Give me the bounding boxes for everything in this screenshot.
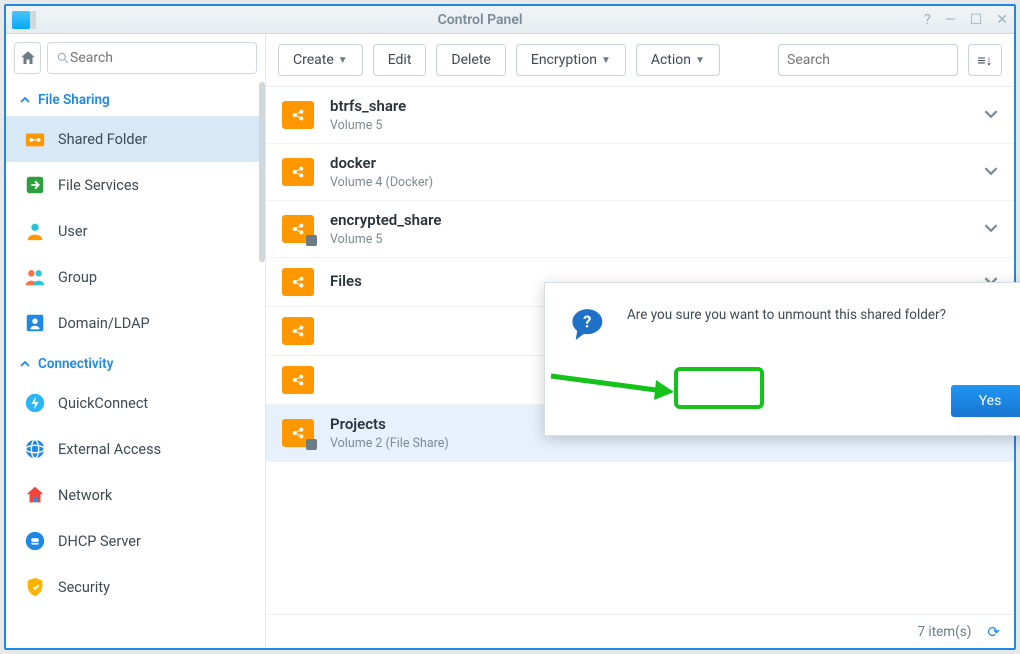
svg-text:?: ? — [583, 314, 591, 333]
confirm-dialog: ? Are you sure you want to unmount this … — [544, 282, 1020, 436]
sidebar-item-label: Security — [58, 579, 110, 596]
sidebar-item-domain-ldap[interactable]: Domain/LDAP — [6, 300, 265, 346]
sidebar-item-label: Network — [58, 487, 112, 504]
chevron-down-icon[interactable] — [984, 220, 998, 239]
section-header[interactable]: Connectivity — [6, 346, 265, 380]
window-title: Control Panel — [36, 12, 924, 28]
item-count: 7 item(s) — [918, 624, 972, 640]
sidebar-item-file-services[interactable]: File Services — [6, 162, 265, 208]
security-icon — [24, 576, 46, 598]
caret-down-icon: ▼ — [338, 55, 348, 66]
sidebar-search[interactable] — [47, 42, 257, 74]
sidebar-item-label: Group — [58, 269, 97, 286]
folder-icon — [282, 419, 314, 447]
toolbar: Create▼ Edit Delete Encryption▼ Action▼ … — [266, 34, 1014, 87]
close-icon[interactable]: ✕ — [996, 12, 1008, 28]
network-icon — [24, 484, 46, 506]
sidebar-item-network[interactable]: Network — [6, 472, 265, 518]
quickconnect-icon — [24, 392, 46, 414]
content-search[interactable] — [778, 44, 958, 76]
sidebar-item-group[interactable]: Group — [6, 254, 265, 300]
app-icon — [12, 11, 30, 29]
folder-icon — [282, 268, 314, 296]
section-header[interactable]: File Sharing — [6, 82, 265, 116]
dialog-message: Are you sure you want to unmount this sh… — [627, 305, 946, 345]
action-button[interactable]: Action▼ — [636, 44, 720, 76]
sidebar-item-security[interactable]: Security — [6, 564, 265, 610]
delete-button[interactable]: Delete — [436, 44, 505, 76]
folder-icon — [282, 317, 314, 345]
chevron-up-icon — [20, 95, 30, 105]
sidebar-item-label: QuickConnect — [58, 395, 148, 412]
folder-icon — [282, 366, 314, 394]
control-panel-window: Control Panel ? — ☐ ✕ File Sharing Shared… — [4, 4, 1016, 650]
encryption-button[interactable]: Encryption▼ — [516, 44, 626, 76]
sort-button[interactable]: ≡↓ — [968, 44, 1002, 76]
sidebar-search-input[interactable] — [70, 50, 248, 66]
home-button[interactable] — [14, 42, 41, 74]
domain-ldap-icon — [24, 312, 46, 334]
sidebar-item-label: Domain/LDAP — [58, 315, 150, 332]
shared-folder-icon — [24, 128, 46, 150]
folder-icon — [282, 101, 314, 129]
sidebar-item-label: File Services — [58, 177, 139, 194]
chevron-down-icon[interactable] — [984, 106, 998, 125]
home-icon — [19, 49, 37, 67]
maximize-icon[interactable]: ☐ — [970, 12, 983, 28]
folder-volume: Volume 5 — [330, 232, 984, 247]
folder-volume: Volume 4 (Docker) — [330, 175, 984, 190]
chevron-down-icon[interactable] — [984, 163, 998, 182]
sidebar-item-user[interactable]: User — [6, 208, 265, 254]
sidebar: File Sharing Shared Folder File Services Us… — [6, 82, 265, 648]
titlebar[interactable]: Control Panel ? — ☐ ✕ — [6, 6, 1014, 34]
sidebar-item-dhcp-server[interactable]: DHCP Server — [6, 518, 265, 564]
folder-row[interactable]: docker Volume 4 (Docker) — [266, 144, 1014, 201]
folder-name: encrypted_share — [330, 211, 984, 229]
refresh-button[interactable]: ⟳ — [987, 623, 1000, 641]
file-services-icon — [24, 174, 46, 196]
sidebar-item-label: External Access — [58, 441, 161, 458]
group-icon — [24, 266, 46, 288]
sidebar-item-label: Shared Folder — [58, 131, 147, 148]
chevron-up-icon — [20, 359, 30, 369]
create-button[interactable]: Create▼ — [278, 44, 363, 76]
edit-button[interactable]: Edit — [373, 44, 427, 76]
folder-volume: Volume 2 (File Share) — [330, 436, 984, 451]
folder-name: btrfs_share — [330, 97, 984, 115]
content-search-input[interactable] — [787, 52, 965, 68]
caret-down-icon: ▼ — [695, 55, 705, 66]
sidebar-item-shared-folder[interactable]: Shared Folder — [6, 116, 265, 162]
scrollbar[interactable] — [259, 82, 265, 262]
question-icon: ? — [569, 305, 609, 345]
sidebar-item-external-access[interactable]: External Access — [6, 426, 265, 472]
help-icon[interactable]: ? — [924, 12, 931, 28]
folder-icon — [282, 215, 314, 243]
footer: 7 item(s) ⟳ — [266, 614, 1014, 648]
sidebar-item-label: User — [58, 223, 88, 240]
sidebar-item-quickconnect[interactable]: QuickConnect — [6, 380, 265, 426]
dhcp-server-icon — [24, 530, 46, 552]
folder-name: docker — [330, 154, 984, 172]
external-access-icon — [24, 438, 46, 460]
yes-button[interactable]: Yes — [951, 385, 1020, 417]
caret-down-icon: ▼ — [601, 55, 611, 66]
folder-volume: Volume 5 — [330, 118, 984, 133]
folder-row[interactable]: encrypted_share Volume 5 — [266, 201, 1014, 258]
folder-icon — [282, 158, 314, 186]
sidebar-item-label: DHCP Server — [58, 533, 141, 550]
folder-row[interactable]: btrfs_share Volume 5 — [266, 87, 1014, 144]
user-icon — [24, 220, 46, 242]
search-icon — [56, 51, 70, 65]
minimize-icon[interactable]: — — [945, 12, 956, 28]
